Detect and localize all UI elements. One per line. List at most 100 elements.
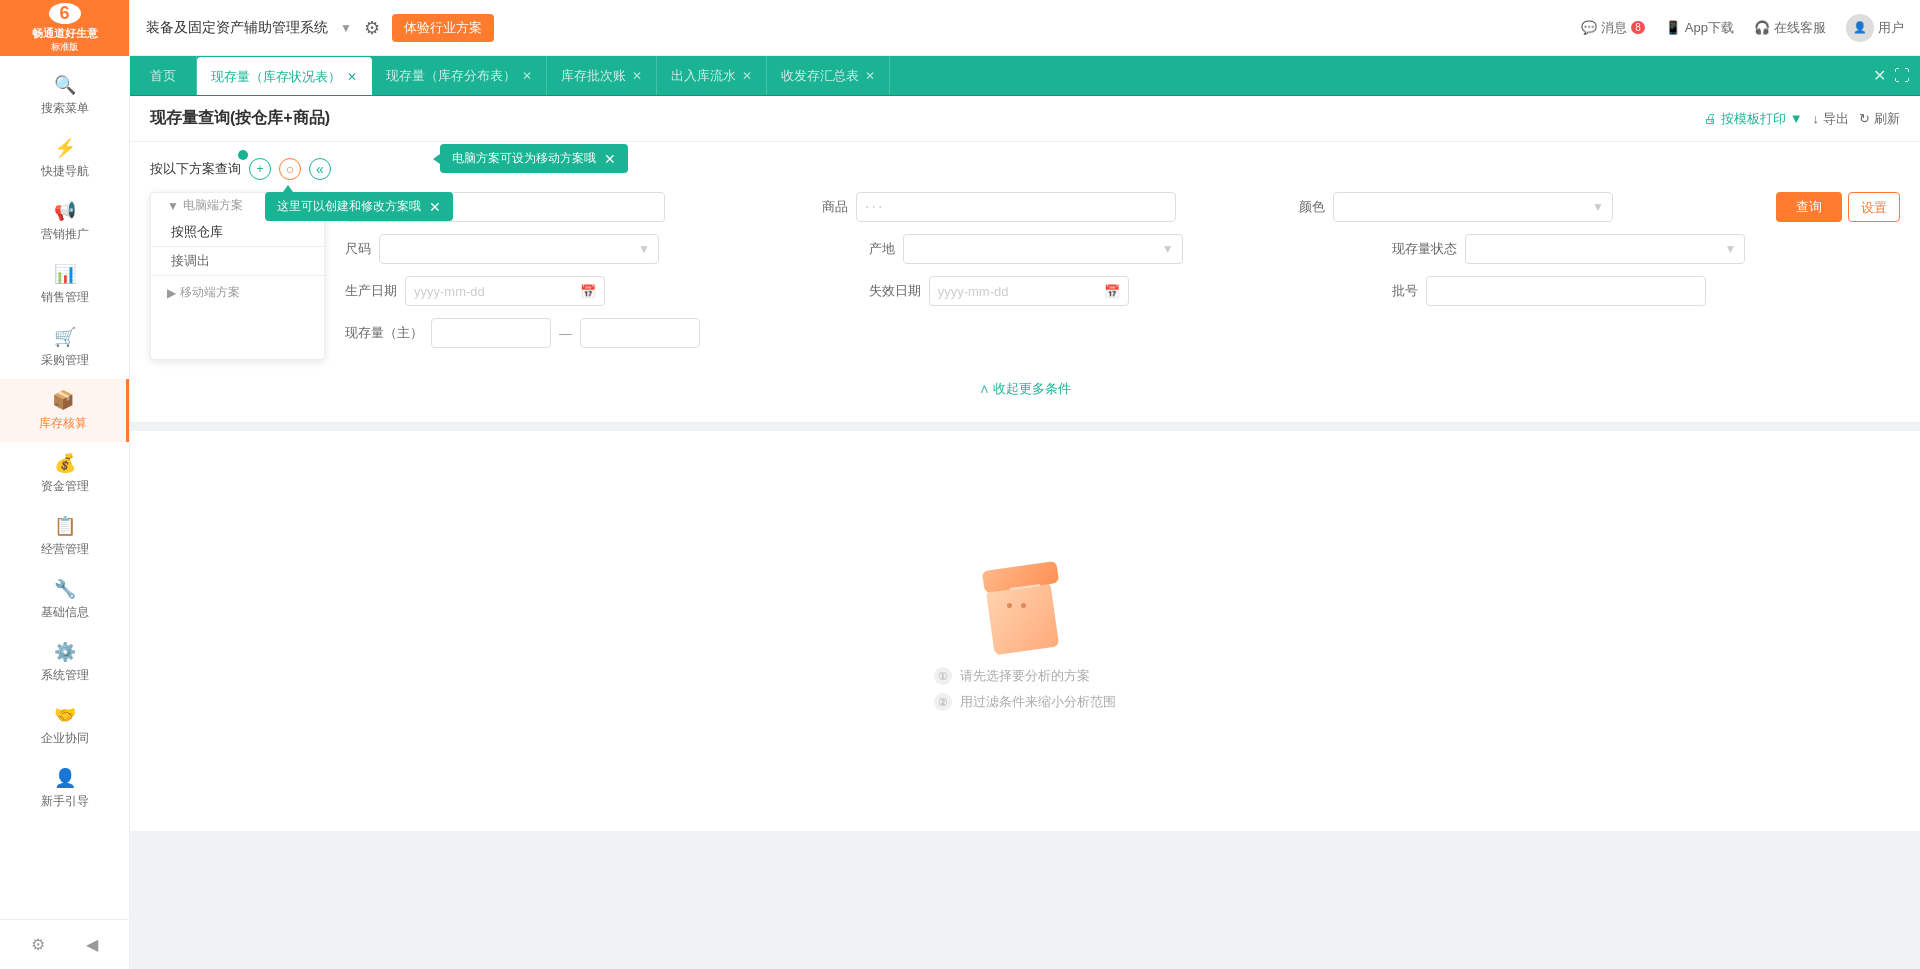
step-2-number: ② xyxy=(934,693,952,711)
tab-batch-account[interactable]: 库存批次账 ✕ xyxy=(547,56,657,96)
sidebar-item-enterprise[interactable]: 🤝 企业协同 xyxy=(0,694,129,757)
tab-home-label: 首页 xyxy=(150,67,176,85)
tab-close-batch-account[interactable]: ✕ xyxy=(632,69,642,83)
logo-icon: 6 xyxy=(49,3,81,24)
sidebar-item-search-menu[interactable]: 🔍 搜索菜单 xyxy=(0,64,129,127)
empty-step-1: ① 请先选择要分析的方案 xyxy=(934,667,1116,685)
origin-input[interactable]: ▼ xyxy=(903,234,1183,264)
stock-status-label: 现存量状态 xyxy=(1392,240,1457,258)
print-dropdown-icon: ▼ xyxy=(1790,111,1803,126)
sidebar-item-sales[interactable]: 📊 销售管理 xyxy=(0,253,129,316)
logo-sub: 标准版 xyxy=(51,41,78,54)
trial-button[interactable]: 体验行业方案 xyxy=(392,14,494,42)
sidebar-item-finance[interactable]: 💰 资金管理 xyxy=(0,442,129,505)
tab-inout-flow[interactable]: 出入库流水 ✕ xyxy=(657,56,767,96)
search-button[interactable]: 查询 xyxy=(1776,192,1842,222)
size-input[interactable]: ▼ xyxy=(379,234,659,264)
sidebar-item-label: 搜索菜单 xyxy=(41,100,89,117)
sidebar-item-inventory[interactable]: 📦 库存核算 xyxy=(0,379,129,442)
tab-inventory-status[interactable]: 现存量（库存状况表） ✕ xyxy=(197,57,372,97)
filter-row-1: ··· 商品 ··· 颜色 xyxy=(345,192,1900,222)
system-dropdown-icon[interactable]: ▼ xyxy=(340,21,352,35)
sidebar-item-marketing[interactable]: 📢 营销推广 xyxy=(0,190,129,253)
collapse-filter-button[interactable]: ∧ 收起更多条件 xyxy=(150,372,1900,406)
print-button[interactable]: 🖨 按模板打印 ▼ xyxy=(1704,110,1803,128)
scheme-item-接调出[interactable]: 接调出 xyxy=(151,247,324,276)
page-content: 现存量查询(按仓库+商品) 🖨 按模板打印 ▼ ↓ 导出 ↻ 刷新 xyxy=(130,96,1920,969)
tab-close-receipt-summary[interactable]: ✕ xyxy=(865,69,875,83)
sidebar-item-label: 采购管理 xyxy=(41,352,89,369)
tab-receipt-summary[interactable]: 收发存汇总表 ✕ xyxy=(767,56,890,96)
tab-inventory-dist-label: 现存量（库存分布表） xyxy=(386,67,516,85)
user-menu[interactable]: 👤 用户 xyxy=(1846,14,1904,42)
filter-header: 按以下方案查询 + ○ « xyxy=(150,158,1900,180)
collapse-sidebar-button[interactable]: ◀ xyxy=(86,935,98,954)
tooltip-pc-close[interactable]: ✕ xyxy=(604,151,616,167)
filter-group-stock-status: 现存量状态 ▼ xyxy=(1392,234,1900,264)
empty-face-right-eye xyxy=(1021,603,1026,608)
color-input[interactable]: ▼ xyxy=(1333,192,1613,222)
inventory-icon: 📦 xyxy=(52,389,74,411)
refresh-button[interactable]: ↻ 刷新 xyxy=(1859,110,1900,128)
size-label: 尺码 xyxy=(345,240,371,258)
sales-icon: 📊 xyxy=(54,263,76,285)
sidebar-item-basic[interactable]: 🔧 基础信息 xyxy=(0,568,129,631)
prod-date-placeholder: yyyy-mm-dd xyxy=(414,284,485,299)
filter-group-stock-qty: 现存量（主） — xyxy=(345,318,1900,348)
mobile-scheme-section[interactable]: ▶ 移动端方案 xyxy=(151,280,324,305)
expire-date-label: 失效日期 xyxy=(869,282,921,300)
sidebar-item-label: 企业协同 xyxy=(41,730,89,747)
empty-face-left-eye xyxy=(1007,603,1012,608)
phone-icon: 📱 xyxy=(1665,20,1681,35)
stock-qty-min-input[interactable] xyxy=(431,318,551,348)
batch-input[interactable] xyxy=(1426,276,1706,306)
message-button[interactable]: 💬 消息 8 xyxy=(1581,19,1645,37)
back-scheme-button[interactable]: « xyxy=(309,158,331,180)
tab-home[interactable]: 首页 xyxy=(130,56,197,96)
settings-gear-icon[interactable]: ⚙ xyxy=(364,17,380,39)
stock-status-input[interactable]: ▼ xyxy=(1465,234,1745,264)
prod-date-input[interactable]: yyyy-mm-dd 📅 xyxy=(405,276,605,306)
expire-calendar-icon: 📅 xyxy=(1104,284,1120,299)
export-button[interactable]: ↓ 导出 xyxy=(1813,110,1850,128)
product-input[interactable]: ··· xyxy=(856,192,1176,222)
size-chevron-icon: ▼ xyxy=(638,242,650,256)
tab-close-inventory-dist[interactable]: ✕ xyxy=(522,69,532,83)
tooltip-create-close[interactable]: ✕ xyxy=(429,199,441,215)
step-2-text: 用过滤条件来缩小分析范围 xyxy=(960,693,1116,711)
empty-state: ① 请先选择要分析的方案 ② 用过滤条件来缩小分析范围 xyxy=(130,431,1920,831)
online-support-button[interactable]: 🎧 在线客服 xyxy=(1754,19,1826,37)
tab-inventory-dist[interactable]: 现存量（库存分布表） ✕ xyxy=(372,56,547,96)
sidebar-item-operations[interactable]: 📋 经营管理 xyxy=(0,505,129,568)
online-support-label: 在线客服 xyxy=(1774,19,1826,37)
tab-close-inout-flow[interactable]: ✕ xyxy=(742,69,752,83)
sidebar-item-newbie[interactable]: 👤 新手引导 xyxy=(0,757,129,820)
sidebar: 6 畅通道好生意 标准版 🔍 搜索菜单 ⚡ 快捷导航 📢 营销推广 📊 销售管理… xyxy=(0,0,130,969)
reset-button[interactable]: 设置 xyxy=(1848,192,1900,222)
sidebar-item-quick-nav[interactable]: ⚡ 快捷导航 xyxy=(0,127,129,190)
operations-icon: 📋 xyxy=(54,515,76,537)
tab-close-inventory-status[interactable]: ✕ xyxy=(347,70,357,84)
stock-qty-max-input[interactable] xyxy=(580,318,700,348)
expire-date-input[interactable]: yyyy-mm-dd 📅 xyxy=(929,276,1129,306)
add-scheme-button[interactable]: + xyxy=(249,158,271,180)
sidebar-item-label: 快捷导航 xyxy=(41,163,89,180)
tab-fullscreen-icon[interactable]: ⛶ xyxy=(1894,67,1910,85)
purchase-icon: 🛒 xyxy=(54,326,76,348)
batch-label: 批号 xyxy=(1392,282,1418,300)
filter-group-batch: 批号 xyxy=(1392,276,1900,306)
export-label: 导出 xyxy=(1823,110,1849,128)
app-download-button[interactable]: 📱 App下载 xyxy=(1665,19,1734,37)
settings-button[interactable]: ⚙ xyxy=(31,935,45,954)
calendar-icon: 📅 xyxy=(580,284,596,299)
scheme-item-按照仓库[interactable]: 按照仓库 xyxy=(151,218,324,247)
search-icon: 🔍 xyxy=(54,74,76,96)
sidebar-item-system[interactable]: ⚙️ 系统管理 xyxy=(0,631,129,694)
tab-bar: 首页 现存量（库存状况表） ✕ 现存量（库存分布表） ✕ 库存批次账 ✕ 出入库… xyxy=(130,56,1920,96)
step-1-text: 请先选择要分析的方案 xyxy=(960,667,1090,685)
tooltip-pc-text: 电脑方案可设为移动方案哦 xyxy=(452,150,596,167)
sidebar-item-purchase[interactable]: 🛒 采购管理 xyxy=(0,316,129,379)
edit-scheme-button[interactable]: ○ xyxy=(279,158,301,180)
filter-label: 按以下方案查询 xyxy=(150,160,241,178)
tab-close-all-icon[interactable]: ✕ xyxy=(1873,66,1886,85)
